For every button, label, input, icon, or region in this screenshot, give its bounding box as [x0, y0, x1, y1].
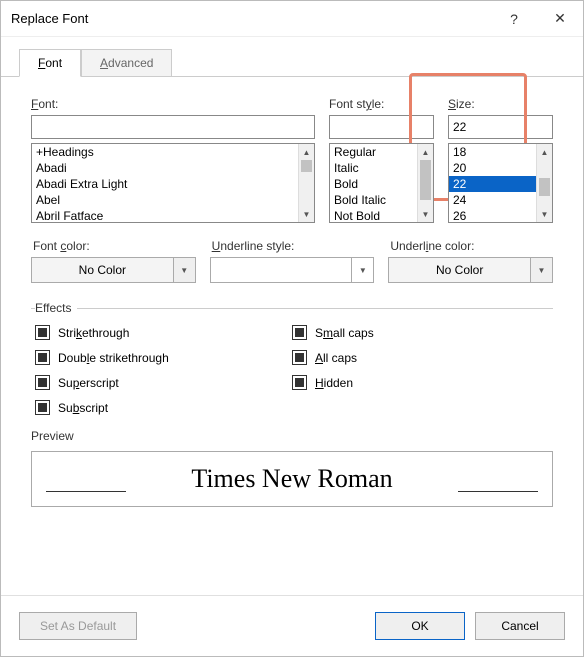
- preview-text: Times New Roman: [191, 464, 392, 494]
- list-item[interactable]: Bold Italic: [330, 192, 417, 208]
- effects-group: Effects Strikethrough Double strikethrou…: [31, 301, 553, 415]
- style-scrollbar[interactable]: ▲ ▼: [417, 144, 433, 222]
- underline-style-combo[interactable]: ▼: [210, 257, 375, 283]
- replace-font-dialog: Replace Font ? ✕ Font Advanced Font: +He…: [0, 0, 584, 657]
- list-item[interactable]: Abel: [32, 192, 298, 208]
- list-item[interactable]: 18: [449, 144, 536, 160]
- titlebar: Replace Font ? ✕: [1, 1, 583, 37]
- dialog-content: Font: +Headings Abadi Abadi Extra Light …: [1, 77, 583, 595]
- size-listbox[interactable]: 18 20 22 24 26 ▲ ▼: [448, 143, 553, 223]
- scroll-down-icon[interactable]: ▼: [537, 206, 552, 222]
- list-item[interactable]: 20: [449, 160, 536, 176]
- cancel-button[interactable]: Cancel: [475, 612, 565, 640]
- list-item[interactable]: 24: [449, 192, 536, 208]
- style-listbox[interactable]: Regular Italic Bold Bold Italic Not Bold…: [329, 143, 434, 223]
- effects-legend: Effects: [35, 301, 77, 315]
- size-input[interactable]: [448, 115, 553, 139]
- preview-label: Preview: [31, 429, 553, 443]
- style-input[interactable]: [329, 115, 434, 139]
- ok-button[interactable]: OK: [375, 612, 465, 640]
- help-button[interactable]: ?: [491, 1, 537, 37]
- superscript-checkbox[interactable]: Superscript: [35, 375, 292, 390]
- preview-decoration: [46, 491, 126, 492]
- tab-advanced[interactable]: Advanced: [81, 49, 172, 77]
- list-item[interactable]: Abadi Extra Light: [32, 176, 298, 192]
- underline-color-label: Underline color:: [390, 239, 553, 253]
- font-scrollbar[interactable]: ▲ ▼: [298, 144, 314, 222]
- preview-decoration: [458, 491, 538, 492]
- list-item[interactable]: Abadi: [32, 160, 298, 176]
- scroll-down-icon[interactable]: ▼: [299, 206, 314, 222]
- small-caps-checkbox[interactable]: Small caps: [292, 325, 549, 340]
- strikethrough-checkbox[interactable]: Strikethrough: [35, 325, 292, 340]
- close-button[interactable]: ✕: [537, 1, 583, 37]
- all-caps-checkbox[interactable]: All caps: [292, 350, 549, 365]
- window-title: Replace Font: [11, 11, 491, 26]
- list-item[interactable]: Bold: [330, 176, 417, 192]
- style-label: Font style:: [329, 97, 434, 111]
- dialog-footer: Set As Default OK Cancel: [1, 595, 583, 656]
- font-color-combo[interactable]: No Color ▼: [31, 257, 196, 283]
- preview-box: Times New Roman: [31, 451, 553, 507]
- scroll-down-icon[interactable]: ▼: [418, 206, 433, 222]
- list-item[interactable]: Italic: [330, 160, 417, 176]
- tab-font[interactable]: Font: [19, 49, 81, 77]
- scroll-up-icon[interactable]: ▲: [418, 144, 433, 160]
- font-listbox[interactable]: +Headings Abadi Abadi Extra Light Abel A…: [31, 143, 315, 223]
- double-strikethrough-checkbox[interactable]: Double strikethrough: [35, 350, 292, 365]
- scroll-up-icon[interactable]: ▲: [537, 144, 552, 160]
- list-item[interactable]: 26: [449, 208, 536, 222]
- list-item[interactable]: Not Bold: [330, 208, 417, 222]
- size-label: Size:: [448, 97, 553, 111]
- list-item[interactable]: +Headings: [32, 144, 298, 160]
- set-default-button[interactable]: Set As Default: [19, 612, 137, 640]
- underline-color-combo[interactable]: No Color ▼: [388, 257, 553, 283]
- chevron-down-icon[interactable]: ▼: [174, 257, 196, 283]
- list-item[interactable]: Abril Fatface: [32, 208, 298, 222]
- hidden-checkbox[interactable]: Hidden: [292, 375, 549, 390]
- underline-style-label: Underline style:: [212, 239, 375, 253]
- tab-bar: Font Advanced: [1, 37, 583, 77]
- scroll-up-icon[interactable]: ▲: [299, 144, 314, 160]
- chevron-down-icon[interactable]: ▼: [531, 257, 553, 283]
- font-input[interactable]: [31, 115, 315, 139]
- chevron-down-icon[interactable]: ▼: [352, 257, 374, 283]
- size-scrollbar[interactable]: ▲ ▼: [536, 144, 552, 222]
- list-item[interactable]: Regular: [330, 144, 417, 160]
- list-item[interactable]: 22: [449, 176, 536, 192]
- font-label: Font:: [31, 97, 315, 111]
- subscript-checkbox[interactable]: Subscript: [35, 400, 292, 415]
- font-color-label: Font color:: [33, 239, 196, 253]
